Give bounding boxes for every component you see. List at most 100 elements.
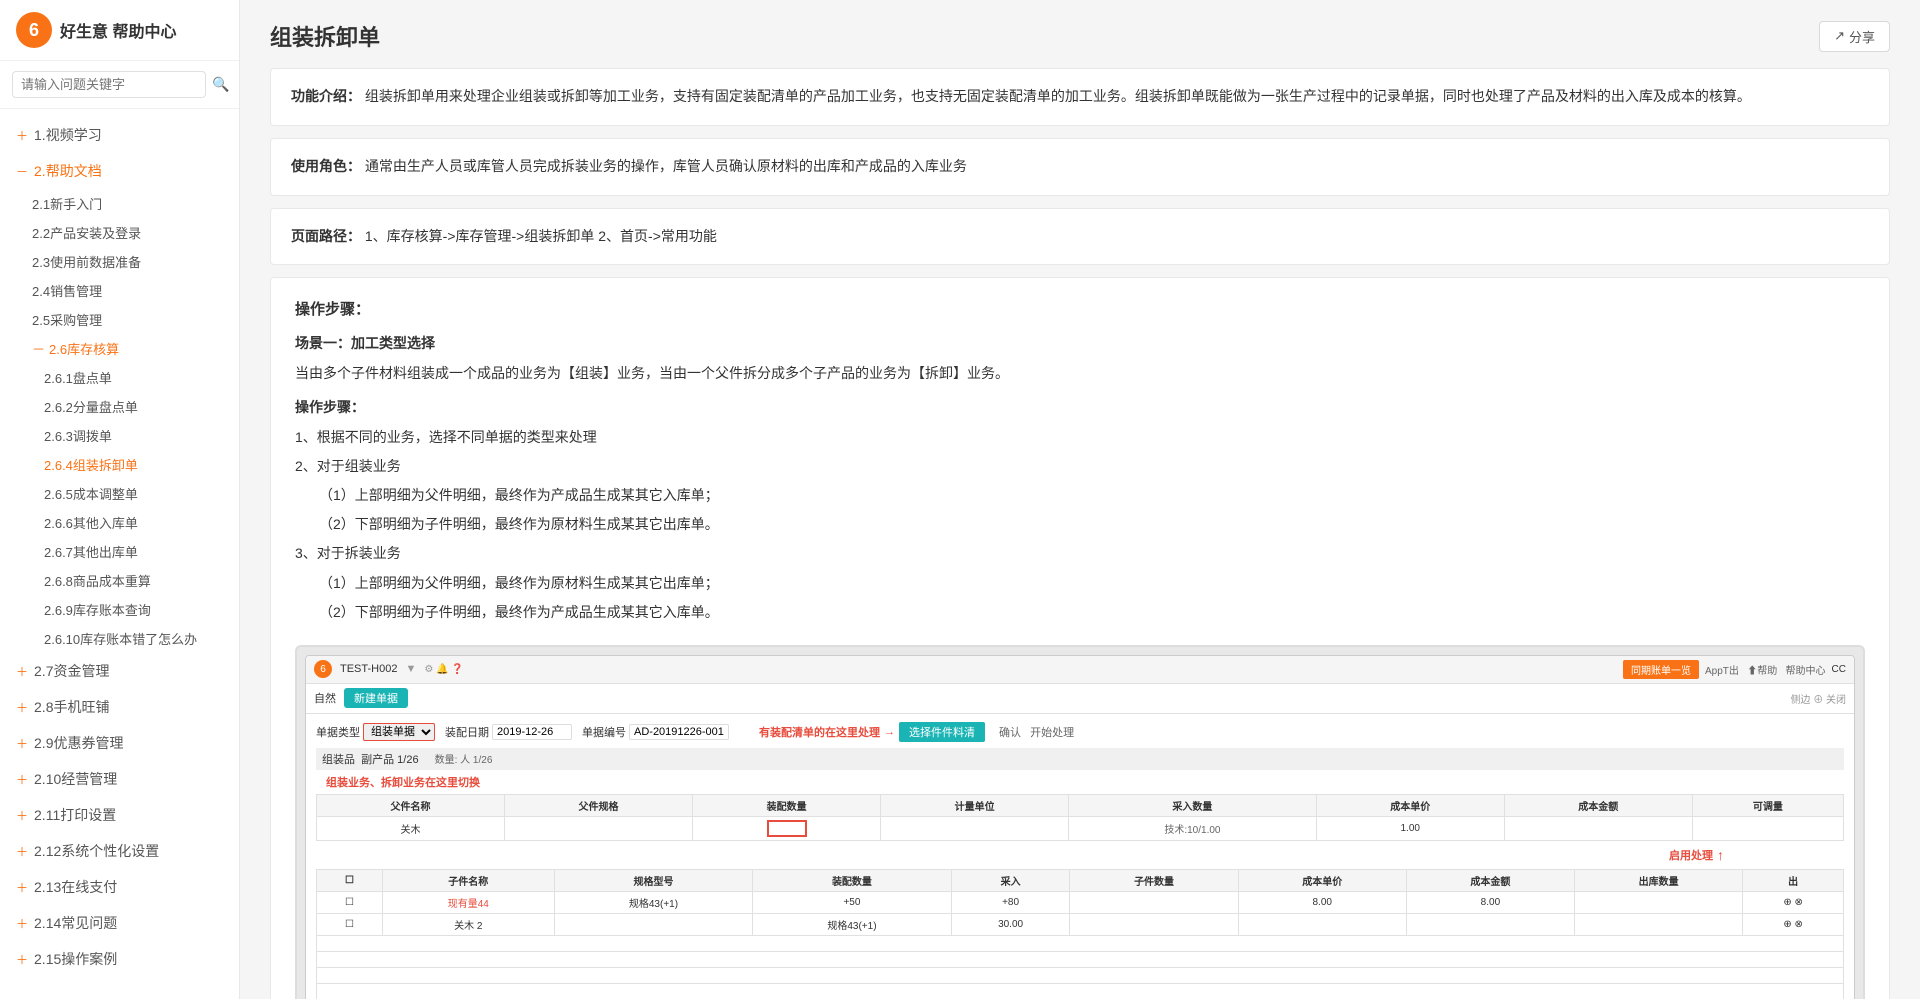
cell-caq1: +50 <box>753 891 951 913</box>
sidebar-header: 6 好生意 帮助中心 <box>0 0 239 61</box>
upper-table-body: 关木 技术:10/1.00 1.00 <box>317 816 1844 840</box>
sidebar-item-faq[interactable]: ＋ 2.14常见问题 <box>0 905 239 941</box>
sidebar-item-partial-stocktake[interactable]: 2.6.2分量盘点单 <box>0 392 239 421</box>
sidebar-item-stocktake[interactable]: 2.6.1盘点单 <box>0 363 239 392</box>
sidebar-item-transfer[interactable]: 2.6.3调拨单 <box>0 421 239 450</box>
col-child-aq: 装配数量 <box>753 869 951 891</box>
cell-check-2[interactable]: ☐ <box>317 913 383 935</box>
aq-input[interactable] <box>767 820 807 837</box>
cell-cu: 1.00 <box>1316 816 1504 840</box>
sidebar-item-mobile[interactable]: ＋ 2.8手机旺铺 <box>0 689 239 725</box>
sidebar-item-install[interactable]: 2.2产品安装及登录 <box>0 218 239 247</box>
col-unit: 计量单位 <box>881 794 1069 816</box>
sidebar-item-sales[interactable]: 2.4销售管理 <box>0 276 239 305</box>
app-nav-right: 侧边 ⊕ 关闭 <box>1790 691 1846 706</box>
col-assemble-qty: 装配数量 <box>693 794 881 816</box>
scene1-desc: 当由多个子件材料组装成一个成品的业务为【组装】业务，当由一个父件拆分成多个子产品… <box>295 361 1865 386</box>
tab-new-order[interactable]: 新建单据 <box>344 688 408 708</box>
role-text: 通常由生产人员或库管人员完成拆装业务的操作，库管人员确认原材料的出库和产成品的入… <box>365 158 967 174</box>
date-input[interactable] <box>492 724 572 740</box>
cell-cn2: 关木 2 <box>382 913 554 935</box>
tab-natural[interactable]: 自然 <box>314 690 336 706</box>
cell-cca2 <box>1406 913 1574 935</box>
sidebar-item-beginner[interactable]: 2.1新手入门 <box>0 189 239 218</box>
cell-inq: 技术:10/1.00 <box>1069 816 1317 840</box>
table-row <box>317 967 1844 983</box>
sidebar-item-other-out[interactable]: 2.6.7其他出库单 <box>0 537 239 566</box>
app-id: TEST-H002 <box>340 663 397 675</box>
cell-ca <box>1504 816 1692 840</box>
sidebar-item-personalize[interactable]: ＋ 2.12系统个性化设置 <box>0 833 239 869</box>
cell-cout2 <box>1575 913 1743 935</box>
plus-icon-5: ＋ <box>16 771 28 788</box>
col-parent-spec: 父件规格 <box>505 794 693 816</box>
feature-intro-label: 功能介绍： <box>291 88 361 104</box>
search-input[interactable] <box>12 71 206 98</box>
search-icon[interactable]: 🔍 <box>212 76 229 93</box>
upper-table-header: 父件名称 父件规格 装配数量 计量单位 采入数量 成本单价 成本金额 可调量 <box>317 794 1844 816</box>
ops-steps-subtitle: 操作步骤： <box>295 397 1865 417</box>
btn-confirm[interactable]: 确认 开始处理 <box>999 724 1074 740</box>
lower-table-header: ☐ 子件名称 规格型号 装配数量 采入 子件数量 成本单价 成本金额 出库数量 … <box>317 869 1844 891</box>
search-area: 🔍 <box>0 61 239 109</box>
sidebar-item-ledger-query[interactable]: 2.6.9库存账本查询 <box>0 595 239 624</box>
page-title: 组装拆卸单 <box>270 20 380 52</box>
arrow-icon-1: → <box>884 726 895 738</box>
table-row <box>317 935 1844 951</box>
app-user: CC <box>1832 664 1846 675</box>
cell-ccu2 <box>1238 913 1406 935</box>
col-child-cu: 成本单价 <box>1238 869 1406 891</box>
sidebar-item-ledger-fix[interactable]: 2.6.10库存账本错了怎么办 <box>0 624 239 653</box>
sidebar-item-inventory[interactable]: － 2.6库存核算 <box>0 334 239 363</box>
cell-cout1 <box>1575 891 1743 913</box>
cell-adq <box>1692 816 1843 840</box>
table-row: ☐ 现有量44 规格43(+1) +50 +80 8.00 8.00 ⊕ ⊗ <box>317 891 1844 913</box>
sidebar-item-cost-recalc[interactable]: 2.6.8商品成本重算 <box>0 566 239 595</box>
quick-bill-btn[interactable]: 同期账单一览 <box>1623 660 1699 679</box>
sub-header-row: 组装品 副产品 1/26 数量: 人 1/26 <box>316 748 1844 770</box>
type-select[interactable]: 组装单据 拆卸单据 <box>363 723 435 741</box>
order-input[interactable] <box>629 724 729 740</box>
sidebar-item-cost-adjust[interactable]: 2.6.5成本调整单 <box>0 479 239 508</box>
col-child-op: 出 <box>1743 869 1844 891</box>
cell-cqty1 <box>1070 891 1238 913</box>
cell-check[interactable]: ☐ <box>317 891 383 913</box>
sidebar-item-ops-mgmt[interactable]: ＋ 2.10经营管理 <box>0 761 239 797</box>
step3: 3、对于拆装业务 <box>295 541 1865 566</box>
sidebar-item-assembly[interactable]: 2.6.4组装拆卸单 <box>0 450 239 479</box>
cell-cin1: +80 <box>951 891 1070 913</box>
path-card: 页面路径： 1、库存核算->库存管理->组装拆卸单 2、首页->常用功能 <box>270 208 1890 266</box>
sidebar-item-data-prep[interactable]: 2.3使用前数据准备 <box>0 247 239 276</box>
cell-cop2: ⊕ ⊗ <box>1743 913 1844 935</box>
upper-table: 父件名称 父件规格 装配数量 计量单位 采入数量 成本单价 成本金额 可调量 <box>316 794 1844 841</box>
sidebar-item-purchase[interactable]: 2.5采购管理 <box>0 305 239 334</box>
sidebar-item-finance[interactable]: ＋ 2.7资金管理 <box>0 653 239 689</box>
app-logo: 6 <box>314 660 332 678</box>
select-bom-btn[interactable]: 选择件件料清 <box>899 722 985 742</box>
sidebar-item-other-in[interactable]: 2.6.6其他入库单 <box>0 508 239 537</box>
form-type: 单据类型 组装单据 拆卸单据 <box>316 723 435 741</box>
cell-aq <box>693 816 881 840</box>
share-button[interactable]: ↗ 分享 <box>1819 21 1890 52</box>
sidebar-item-cases[interactable]: ＋ 2.15操作案例 <box>0 941 239 977</box>
col-cost-unit: 成本单价 <box>1316 794 1504 816</box>
sidebar-item-online-pay[interactable]: ＋ 2.13在线支付 <box>0 869 239 905</box>
sidebar-item-help-docs[interactable]: － 2.帮助文档 <box>0 153 239 189</box>
cell-ccu1: 8.00 <box>1238 891 1406 913</box>
plus-icon-4: ＋ <box>16 735 28 752</box>
qty-label: 数量: 人 1/26 <box>435 751 493 766</box>
sidebar-item-print[interactable]: ＋ 2.11打印设置 <box>0 797 239 833</box>
assembly-sub-label: 组装品 副产品 1/26 <box>322 751 419 767</box>
app-form-area: 单据类型 组装单据 拆卸单据 装配日期 单据编号 <box>306 714 1854 999</box>
sidebar-item-coupons[interactable]: ＋ 2.9优惠券管理 <box>0 725 239 761</box>
arrow-icon-2: ↑ <box>1717 847 1724 863</box>
nav-tree: ＋ 1.视频学习 － 2.帮助文档 2.1新手入门 2.2产品安装及登录 2.3… <box>0 109 239 999</box>
screenshot-mockup: 6 TEST-H002 ▼ ⚙ 🔔 ❓ 同期账单一览 AppT出 ⬆帮助 帮助中… <box>295 645 1865 999</box>
sidebar-item-video[interactable]: ＋ 1.视频学习 <box>0 117 239 153</box>
lower-table-body: ☐ 现有量44 规格43(+1) +50 +80 8.00 8.00 ⊕ ⊗ <box>317 891 1844 999</box>
role-card: 使用角色： 通常由生产人员或库管人员完成拆装业务的操作，库管人员确认原材料的出库… <box>270 138 1890 196</box>
col-child-ca: 成本金额 <box>1406 869 1574 891</box>
form-order: 单据编号 <box>582 724 729 740</box>
sidebar: 6 好生意 帮助中心 🔍 ＋ 1.视频学习 － 2.帮助文档 2.1新手入门 2… <box>0 0 240 999</box>
active-minus-icon: － <box>32 339 45 358</box>
